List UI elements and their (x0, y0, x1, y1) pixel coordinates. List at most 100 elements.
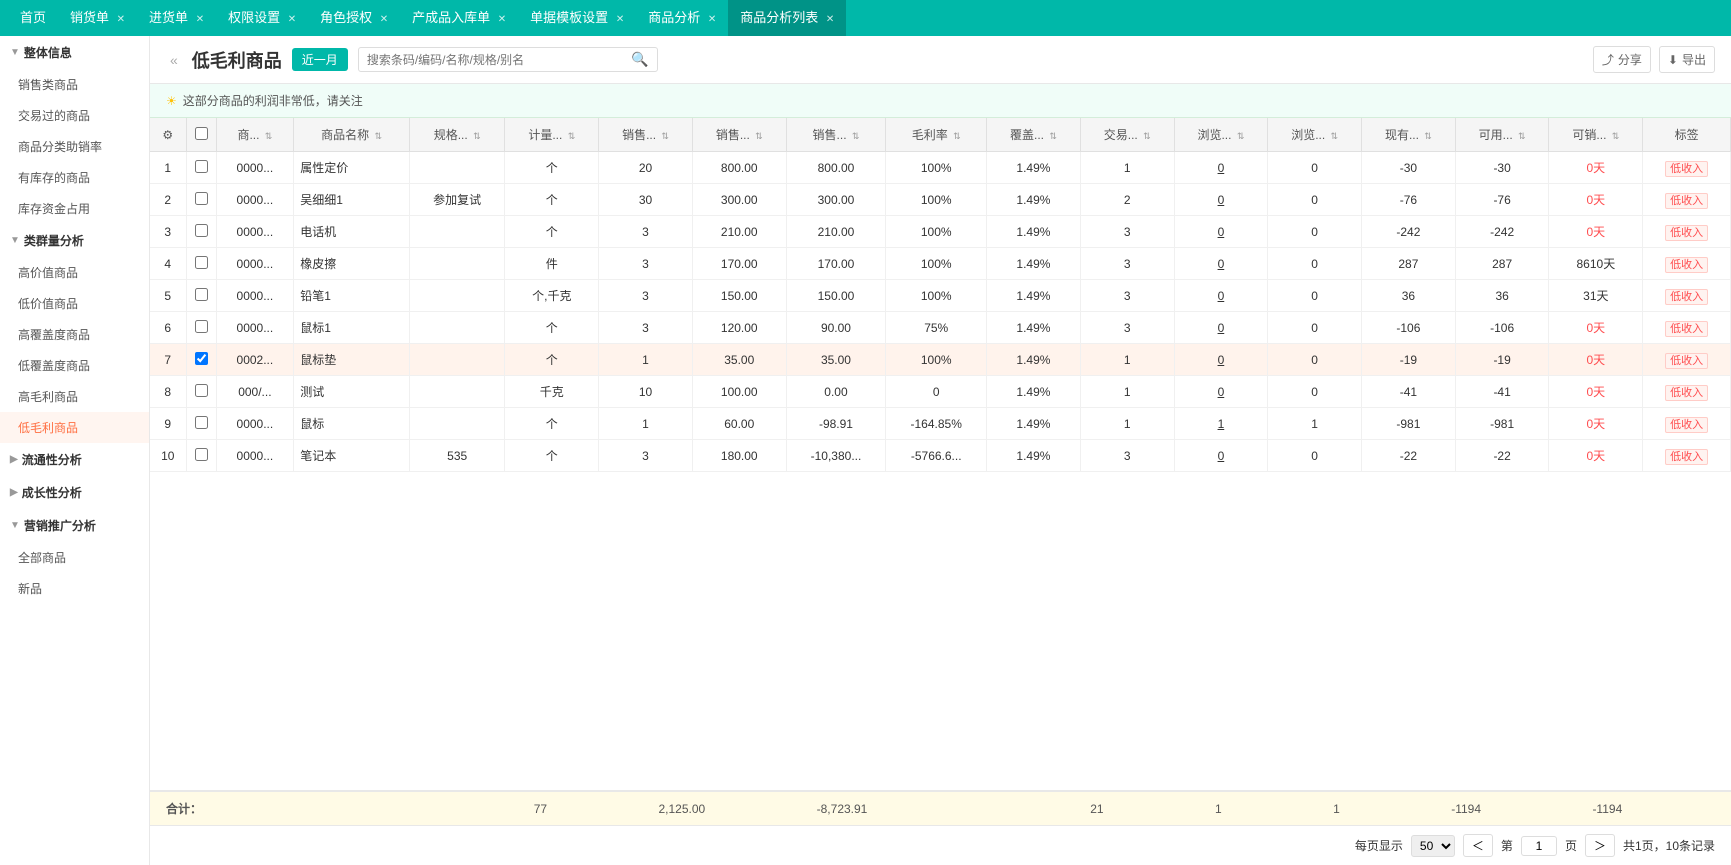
sidebar-group-overall[interactable]: ▼ 整体信息 (0, 36, 149, 69)
prev-page-button[interactable]: ＜ (1463, 834, 1493, 857)
sort-icon-trade-count[interactable]: ⇅ (1143, 131, 1151, 141)
sort-icon-sale-price[interactable]: ⇅ (755, 131, 763, 141)
nav-purchase[interactable]: 进货单 ✕ (137, 0, 216, 36)
cell-checkbox[interactable] (186, 184, 216, 216)
sort-icon-spec[interactable]: ⇅ (473, 131, 481, 141)
nav-template[interactable]: 单据模板设置 ✕ (518, 0, 636, 36)
cell-name[interactable]: 电话机 (294, 216, 410, 248)
row-checkbox[interactable] (195, 256, 208, 269)
view1-link[interactable]: 1 (1218, 417, 1225, 431)
cell-checkbox[interactable] (186, 376, 216, 408)
close-permission-icon[interactable]: ✕ (288, 14, 296, 25)
sidebar-item-stock-goods[interactable]: 有库存的商品 (0, 162, 149, 193)
sort-icon-view1[interactable]: ⇅ (1237, 131, 1245, 141)
row-checkbox[interactable] (195, 352, 208, 365)
sort-icon-name[interactable]: ⇅ (375, 131, 383, 141)
sort-icon-unit[interactable]: ⇅ (568, 131, 576, 141)
row-checkbox[interactable] (195, 192, 208, 205)
export-button[interactable]: ⬇ 导出 (1659, 46, 1715, 73)
sidebar-item-new-goods[interactable]: 新品 (0, 573, 149, 604)
cell-view1[interactable]: 0 (1174, 184, 1268, 216)
cell-checkbox[interactable] (186, 344, 216, 376)
close-product-inbound-icon[interactable]: ✕ (498, 14, 506, 25)
view1-link[interactable]: 0 (1218, 193, 1225, 207)
nav-home[interactable]: 首页 (8, 0, 58, 36)
sidebar-item-traded-goods[interactable]: 交易过的商品 (0, 100, 149, 131)
cell-view1[interactable]: 0 (1174, 312, 1268, 344)
sidebar-item-category-rate[interactable]: 商品分类助销率 (0, 131, 149, 162)
view1-link[interactable]: 0 (1218, 257, 1225, 271)
sort-icon-gross-margin[interactable]: ⇅ (953, 131, 961, 141)
row-checkbox[interactable] (195, 448, 208, 461)
cell-name[interactable]: 鼠标 (294, 408, 410, 440)
nav-sales[interactable]: 销货单 ✕ (58, 0, 137, 36)
nav-goods-analysis[interactable]: 商品分析 ✕ (636, 0, 728, 36)
sidebar-group-circulation[interactable]: ▶ 流通性分析 (0, 443, 149, 476)
close-role-icon[interactable]: ✕ (380, 14, 388, 25)
cell-name[interactable]: 鼠标垫 (294, 344, 410, 376)
sidebar-item-stock-funds[interactable]: 库存资金占用 (0, 193, 149, 224)
cell-view1[interactable]: 0 (1174, 152, 1268, 184)
row-checkbox[interactable] (195, 288, 208, 301)
sort-icon-current-stock[interactable]: ⇅ (1424, 131, 1432, 141)
sidebar-item-low-coverage[interactable]: 低覆盖度商品 (0, 350, 149, 381)
sidebar-item-high-margin[interactable]: 高毛利商品 (0, 381, 149, 412)
sidebar-item-high-value[interactable]: 高价值商品 (0, 257, 149, 288)
cell-view1[interactable]: 0 (1174, 216, 1268, 248)
view1-link[interactable]: 0 (1218, 449, 1225, 463)
close-sales-icon[interactable]: ✕ (117, 14, 125, 25)
cell-view1[interactable]: 0 (1174, 248, 1268, 280)
cell-name[interactable]: 笔记本 (294, 440, 410, 472)
cell-view1[interactable]: 0 (1174, 376, 1268, 408)
close-goods-analysis-icon[interactable]: ✕ (708, 14, 716, 25)
sort-icon-coverage[interactable]: ⇅ (1049, 131, 1057, 141)
col-settings[interactable]: ⚙ (150, 118, 186, 152)
row-checkbox[interactable] (195, 384, 208, 397)
close-goods-analysis-list-icon[interactable]: ✕ (826, 14, 834, 25)
close-template-icon[interactable]: ✕ (616, 14, 624, 25)
cell-name[interactable]: 橡皮擦 (294, 248, 410, 280)
row-checkbox[interactable] (195, 224, 208, 237)
nav-product-inbound[interactable]: 产成品入库单 ✕ (400, 0, 518, 36)
cell-checkbox[interactable] (186, 216, 216, 248)
sort-icon-available-stock[interactable]: ⇅ (1518, 131, 1526, 141)
sort-icon-sale-qty[interactable]: ⇅ (661, 131, 669, 141)
sidebar-group-marketing[interactable]: ▼ 营销推广分析 (0, 509, 149, 542)
sort-icon-view2[interactable]: ⇅ (1331, 131, 1339, 141)
cell-checkbox[interactable] (186, 408, 216, 440)
row-checkbox[interactable] (195, 320, 208, 333)
sidebar-group-growth[interactable]: ▶ 成长性分析 (0, 476, 149, 509)
nav-permission[interactable]: 权限设置 ✕ (216, 0, 308, 36)
share-button[interactable]: ⤴ 分享 (1593, 46, 1651, 73)
cell-checkbox[interactable] (186, 440, 216, 472)
sort-icon-saleable-days[interactable]: ⇅ (1612, 131, 1620, 141)
row-checkbox[interactable] (195, 160, 208, 173)
sort-icon-sale-amount[interactable]: ⇅ (852, 131, 860, 141)
sidebar-item-low-value[interactable]: 低价值商品 (0, 288, 149, 319)
per-page-select[interactable]: 50 (1411, 835, 1455, 857)
nav-role[interactable]: 角色授权 ✕ (308, 0, 400, 36)
col-checkbox[interactable] (186, 118, 216, 152)
select-all-checkbox[interactable] (195, 127, 208, 140)
cell-name[interactable]: 属性定价 (294, 152, 410, 184)
sidebar-item-low-margin[interactable]: 低毛利商品 (0, 412, 149, 443)
next-page-button[interactable]: ＞ (1585, 834, 1615, 857)
view1-link[interactable]: 0 (1218, 225, 1225, 239)
cell-checkbox[interactable] (186, 280, 216, 312)
search-input[interactable] (367, 53, 632, 67)
cell-checkbox[interactable] (186, 152, 216, 184)
sidebar-item-sales-goods[interactable]: 销售类商品 (0, 69, 149, 100)
date-filter-button[interactable]: 近一月 (292, 48, 348, 71)
cell-checkbox[interactable] (186, 248, 216, 280)
sort-icon-code[interactable]: ⇅ (265, 131, 273, 141)
sidebar-group-cluster[interactable]: ▼ 类群量分析 (0, 224, 149, 257)
cell-checkbox[interactable] (186, 312, 216, 344)
search-box[interactable]: 🔍 (358, 47, 658, 72)
view1-link[interactable]: 0 (1218, 385, 1225, 399)
sidebar-item-high-coverage[interactable]: 高覆盖度商品 (0, 319, 149, 350)
view1-link[interactable]: 0 (1218, 321, 1225, 335)
view1-link[interactable]: 0 (1218, 353, 1225, 367)
close-purchase-icon[interactable]: ✕ (196, 14, 204, 25)
cell-name[interactable]: 测试 (294, 376, 410, 408)
cell-name[interactable]: 鼠标1 (294, 312, 410, 344)
